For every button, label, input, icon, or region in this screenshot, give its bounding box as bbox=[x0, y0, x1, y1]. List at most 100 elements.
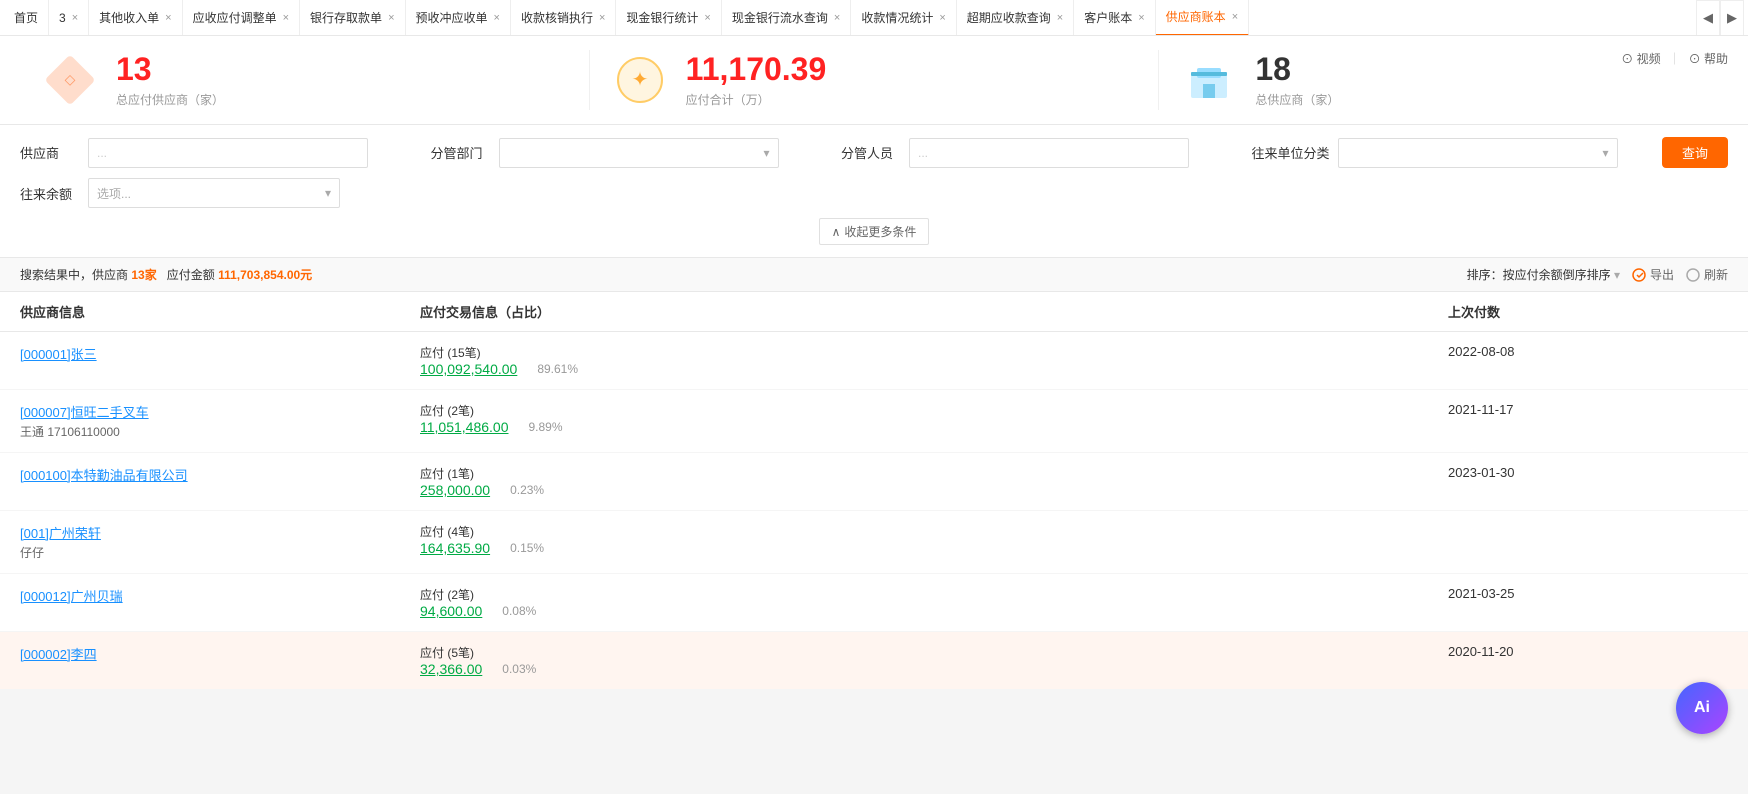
top-navigation: 首页 3 × 其他收入单 × 应收应付调整单 × 银行存取款单 × 预收冲应收单… bbox=[0, 0, 1748, 36]
supplier-info-hengwang: [000007]恒旺二手叉车 王通 17106110000 bbox=[20, 402, 420, 440]
ai-button-label: Ai bbox=[1694, 699, 1710, 717]
filter-label-dept: 分管部门 bbox=[431, 143, 491, 162]
help-link[interactable]: ⊙ 帮助 bbox=[1689, 50, 1728, 67]
nav-tab-cash-stat[interactable]: 现金银行统计 × bbox=[616, 0, 721, 36]
svg-text:◇: ◇ bbox=[65, 71, 76, 87]
payable-amount-hengwang[interactable]: 11,051,486.00 bbox=[420, 419, 509, 435]
table-section: 供应商信息 应付交易信息（占比） 上次付数 [000001]张三 应付 (15笔… bbox=[0, 292, 1748, 689]
close-icon[interactable]: × bbox=[283, 12, 289, 24]
nav-tab-cash-flow[interactable]: 现金银行流水查询 × bbox=[722, 0, 851, 36]
close-icon[interactable]: × bbox=[704, 12, 710, 24]
payable-info-bente: 应付 (1笔) 258,000.00 0.23% bbox=[420, 465, 1448, 498]
col-header-last-pay: 上次付数 bbox=[1448, 302, 1728, 321]
nav-tab-bank-label: 银行存取款单 bbox=[310, 9, 382, 26]
close-icon[interactable]: × bbox=[1232, 11, 1238, 23]
video-link[interactable]: ⊙ 视频 bbox=[1621, 50, 1660, 67]
close-icon[interactable]: × bbox=[165, 12, 171, 24]
collapse-button[interactable]: ∧ 收起更多条件 bbox=[819, 218, 930, 245]
ai-button[interactable]: Ai bbox=[1676, 682, 1728, 734]
nav-tab-adjust-label: 应收应付调整单 bbox=[193, 9, 277, 26]
nav-tab-bank[interactable]: 银行存取款单 × bbox=[300, 0, 405, 36]
nav-tab-recv-stat-label: 收款情况统计 bbox=[861, 9, 933, 26]
nav-tab-3-label: 3 bbox=[59, 11, 66, 25]
export-button[interactable]: 导出 bbox=[1632, 266, 1674, 283]
col-header-payable: 应付交易信息（占比） bbox=[420, 302, 1448, 321]
table-row: [001]广州荣轩 仔仔 应付 (4笔) 164,635.90 0.15% bbox=[0, 511, 1748, 574]
nav-tab-supplier-book[interactable]: 供应商账本 × bbox=[1156, 0, 1249, 36]
supplier-info-lisi: [000002]李四 bbox=[20, 644, 420, 663]
nav-right-arrow[interactable]: ▶ bbox=[1720, 0, 1744, 36]
top-right-links: ⊙ 视频 ｜ ⊙ 帮助 bbox=[1621, 50, 1728, 67]
nav-tab-home-label: 首页 bbox=[14, 9, 38, 26]
close-icon[interactable]: × bbox=[494, 12, 500, 24]
supplier-info-bente: [000100]本特勤油品有限公司 bbox=[20, 465, 420, 484]
person-input[interactable]: ... bbox=[909, 138, 1189, 168]
nav-tab-home[interactable]: 首页 bbox=[4, 0, 49, 36]
category-select[interactable]: ▾ bbox=[1338, 138, 1618, 168]
nav-tab-recv-exec-label: 收款核销执行 bbox=[521, 9, 593, 26]
filter-label-balance: 往来余额 bbox=[20, 184, 80, 203]
payable-info-hengwang: 应付 (2笔) 11,051,486.00 9.89% bbox=[420, 402, 1448, 435]
stat-label-total-suppliers: 总供应商（家） bbox=[1255, 91, 1339, 108]
payable-amount-rongxuan[interactable]: 164,635.90 bbox=[420, 540, 490, 556]
supplier-name-lisi[interactable]: [000002]李四 bbox=[20, 644, 420, 663]
payable-amount-zhangsan[interactable]: 100,092,540.00 bbox=[420, 361, 517, 377]
payable-label-bente: 应付 (1笔) bbox=[420, 465, 1448, 482]
help-icon: ⊙ bbox=[1689, 52, 1701, 66]
last-pay-hengwang: 2021-11-17 bbox=[1448, 402, 1728, 417]
nav-tab-adjust[interactable]: 应收应付调整单 × bbox=[183, 0, 300, 36]
stat-label-payable-amount: 应付合计（万） bbox=[686, 91, 827, 108]
refresh-button[interactable]: 刷新 bbox=[1686, 266, 1728, 283]
nav-tab-overdue-recv[interactable]: 超期应收款查询 × bbox=[957, 0, 1074, 36]
last-pay-date-beirui: 2021-03-25 bbox=[1448, 586, 1515, 601]
supplier-name-zhangsan[interactable]: [000001]张三 bbox=[20, 344, 420, 363]
payable-percent-bente: 0.23% bbox=[510, 483, 544, 497]
close-icon[interactable]: × bbox=[72, 12, 78, 24]
result-bar-info: 搜索结果中，供应商 13家 应付金额 111,703,854.00元 bbox=[20, 266, 312, 283]
nav-tab-customer-book[interactable]: 客户账本 × bbox=[1074, 0, 1155, 36]
payable-percent-lisi: 0.03% bbox=[502, 662, 536, 676]
svg-text:✦: ✦ bbox=[631, 69, 648, 91]
chevron-down-icon: ▾ bbox=[325, 186, 331, 200]
supplier-input[interactable]: ... bbox=[88, 138, 368, 168]
close-icon[interactable]: × bbox=[1057, 12, 1063, 24]
chevron-down-icon: ▾ bbox=[763, 146, 769, 160]
nav-tab-other-income[interactable]: 其他收入单 × bbox=[89, 0, 182, 36]
supplier-name-rongxuan[interactable]: [001]广州荣轩 bbox=[20, 523, 420, 542]
result-count: 13家 bbox=[131, 268, 156, 282]
stat-number-payable-suppliers: 13 bbox=[116, 52, 224, 87]
balance-select[interactable]: 选项... ▾ bbox=[88, 178, 340, 208]
query-button[interactable]: 查询 bbox=[1662, 137, 1728, 168]
payable-percent-hengwang: 9.89% bbox=[529, 420, 563, 434]
table-row: [000100]本特勤油品有限公司 应付 (1笔) 258,000.00 0.2… bbox=[0, 453, 1748, 511]
payable-row-rongxuan: 164,635.90 0.15% bbox=[420, 540, 1448, 556]
nav-tab-3[interactable]: 3 × bbox=[49, 0, 89, 36]
close-icon[interactable]: × bbox=[939, 12, 945, 24]
nav-tab-cash-stat-label: 现金银行统计 bbox=[626, 9, 698, 26]
sort-selector[interactable]: 排序：按应付余额倒序排序 ▾ bbox=[1467, 266, 1620, 283]
payable-amount-lisi[interactable]: 32,366.00 bbox=[420, 661, 482, 677]
nav-left-arrow[interactable]: ◀ bbox=[1696, 0, 1720, 36]
nav-tab-recv-exec[interactable]: 收款核销执行 × bbox=[511, 0, 616, 36]
payable-amount-bente[interactable]: 258,000.00 bbox=[420, 482, 490, 498]
close-icon[interactable]: × bbox=[599, 12, 605, 24]
supplier-name-hengwang[interactable]: [000007]恒旺二手叉车 bbox=[20, 402, 420, 421]
stat-text-payable-suppliers: 13 总应付供应商（家） bbox=[116, 52, 224, 108]
supplier-info-rongxuan: [001]广州荣轩 仔仔 bbox=[20, 523, 420, 561]
supplier-name-beirui[interactable]: [000012]广州贝瑞 bbox=[20, 586, 420, 605]
stat-icon-shop bbox=[1179, 50, 1239, 110]
close-icon[interactable]: × bbox=[388, 12, 394, 24]
close-icon[interactable]: × bbox=[834, 12, 840, 24]
nav-tab-recv-stat[interactable]: 收款情况统计 × bbox=[851, 0, 956, 36]
nav-tab-prepay-recv[interactable]: 预收冲应收单 × bbox=[406, 0, 511, 36]
stat-icon-diamond: ◇ bbox=[40, 50, 100, 110]
dept-select[interactable]: ▾ bbox=[499, 138, 779, 168]
last-pay-beirui: 2021-03-25 bbox=[1448, 586, 1728, 601]
close-icon[interactable]: × bbox=[1138, 12, 1144, 24]
filter-item-dept: 分管部门 ▾ bbox=[431, 138, 826, 168]
video-icon: ⊙ bbox=[1621, 52, 1633, 66]
supplier-name-bente[interactable]: [000100]本特勤油品有限公司 bbox=[20, 465, 420, 484]
payable-amount-beirui[interactable]: 94,600.00 bbox=[420, 603, 482, 619]
collapse-up-icon: ∧ bbox=[832, 225, 841, 239]
nav-tab-overdue-recv-label: 超期应收款查询 bbox=[967, 9, 1051, 26]
